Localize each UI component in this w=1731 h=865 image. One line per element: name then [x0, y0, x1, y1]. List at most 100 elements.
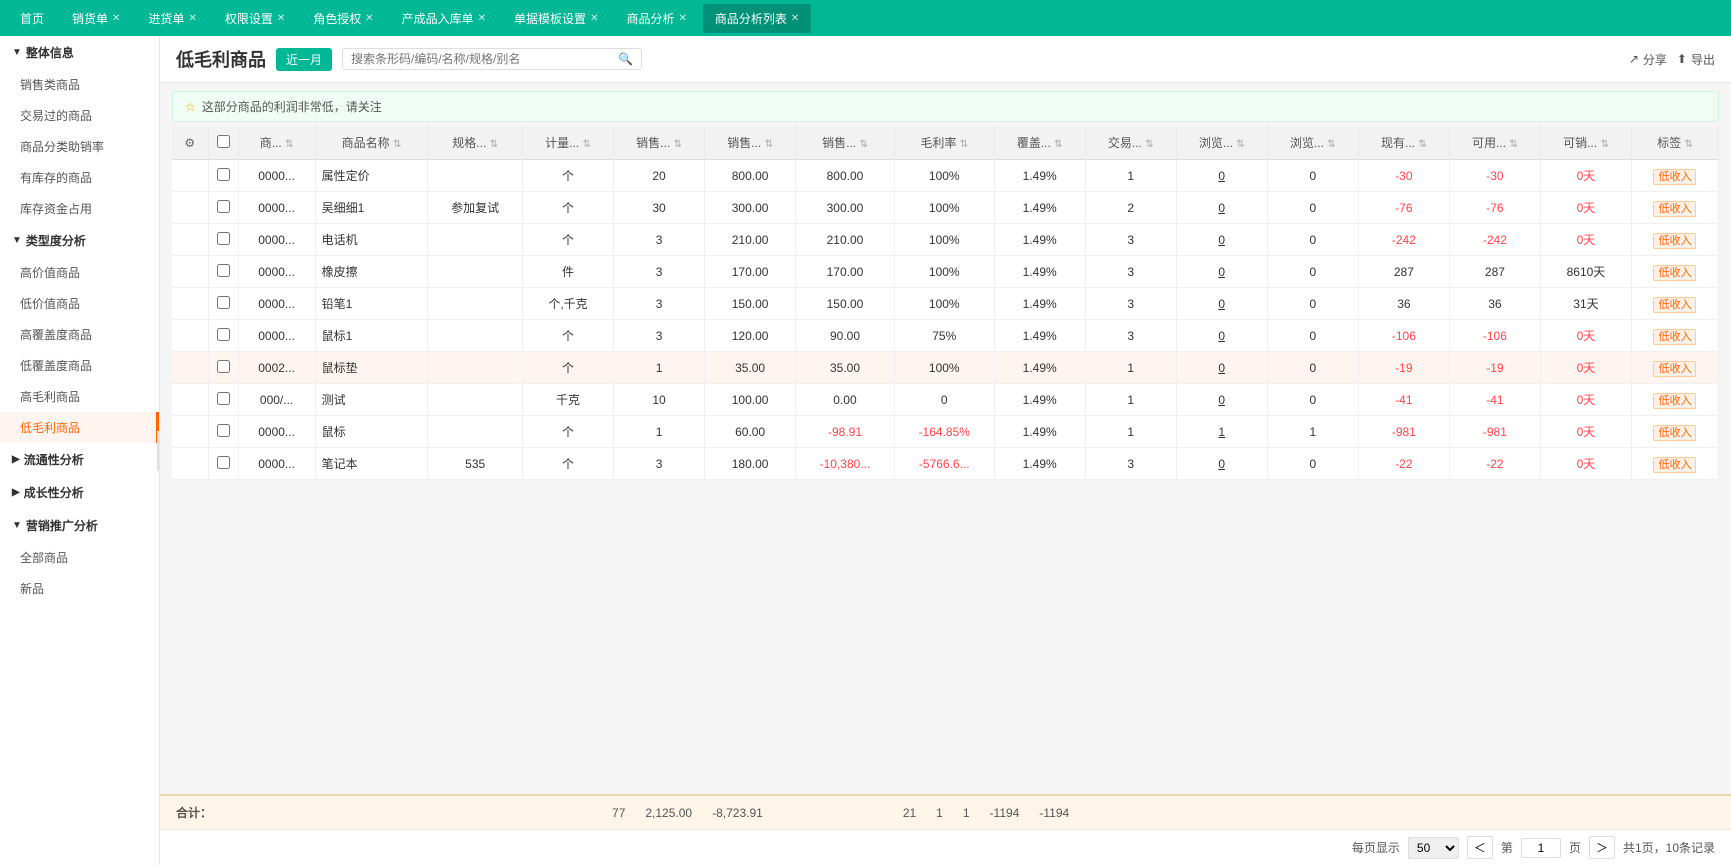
sidebar-item-sales-goods[interactable]: 销售类商品: [0, 69, 159, 100]
nav-products-close[interactable]: ✕: [478, 13, 486, 24]
table-row: 0002... 鼠标垫 个 1 35.00 35.00 100% 1.49% 1…: [172, 352, 1719, 384]
nav-permissions-close[interactable]: ✕: [277, 13, 285, 24]
col-tag[interactable]: 标签 ⇅: [1631, 126, 1718, 160]
row-views1-6[interactable]: 0: [1176, 352, 1267, 384]
col-gross-margin[interactable]: 毛利率 ⇅: [894, 126, 994, 160]
select-all-checkbox[interactable]: [217, 135, 230, 148]
row-checkbox-1[interactable]: [208, 192, 238, 224]
col-settings[interactable]: ⚙: [172, 126, 208, 160]
nav-roles-close[interactable]: ✕: [365, 13, 373, 24]
sidebar-group-flow[interactable]: ▶ 流通性分析: [0, 443, 159, 476]
sidebar-item-low-margin[interactable]: 低毛利商品: [0, 412, 159, 443]
row-tag-8: 低收入: [1631, 416, 1718, 448]
row-checkbox-9[interactable]: [208, 448, 238, 480]
row-trade-4: 3: [1085, 288, 1176, 320]
row-checkbox-4[interactable]: [208, 288, 238, 320]
prev-page-btn[interactable]: ＜: [1467, 836, 1493, 859]
export-button[interactable]: ⬆ 导出: [1677, 51, 1715, 68]
row-checkbox-6[interactable]: [208, 352, 238, 384]
search-input[interactable]: [351, 52, 612, 66]
sidebar-group-type[interactable]: ▼ 类型度分析: [0, 224, 159, 257]
nav-purchase[interactable]: 进货单 ✕: [136, 4, 208, 33]
col-sales-amount[interactable]: 销售... ⇅: [796, 126, 895, 160]
col-coverage[interactable]: 覆盖... ⇅: [994, 126, 1085, 160]
col-unit[interactable]: 计量... ⇅: [522, 126, 613, 160]
nav-analysis-list[interactable]: 商品分析列表 ✕: [703, 4, 811, 33]
row-gross-margin-2: 100%: [894, 224, 994, 256]
col-spec[interactable]: 规格... ⇅: [428, 126, 523, 160]
nav-templates[interactable]: 单据模板设置 ✕: [502, 4, 610, 33]
row-checkbox-7[interactable]: [208, 384, 238, 416]
row-views1-4[interactable]: 0: [1176, 288, 1267, 320]
row-checkbox-8[interactable]: [208, 416, 238, 448]
nav-analysis-list-close[interactable]: ✕: [791, 13, 799, 24]
date-filter-button[interactable]: 近一月: [276, 48, 332, 71]
page-input[interactable]: [1521, 838, 1561, 858]
nav-analysis[interactable]: 商品分析 ✕: [614, 4, 698, 33]
col-trade[interactable]: 交易... ⇅: [1085, 126, 1176, 160]
sidebar-collapse-btn[interactable]: «: [157, 431, 160, 471]
sidebar-item-low-coverage[interactable]: 低覆盖度商品: [0, 350, 159, 381]
col-code[interactable]: 商... ⇅: [238, 126, 315, 160]
sidebar-item-high-value[interactable]: 高价值商品: [0, 257, 159, 288]
col-current[interactable]: 现有... ⇅: [1358, 126, 1449, 160]
sidebar-item-new-goods[interactable]: 新品: [0, 573, 159, 604]
row-checkbox-3[interactable]: [208, 256, 238, 288]
row-views1-5[interactable]: 0: [1176, 320, 1267, 352]
sidebar-item-low-value[interactable]: 低价值商品: [0, 288, 159, 319]
sidebar-item-stock-capital[interactable]: 库存资金占用: [0, 193, 159, 224]
sidebar-group-overall[interactable]: ▼ 整体信息: [0, 36, 159, 69]
nav-analysis-close[interactable]: ✕: [678, 13, 686, 24]
row-views2-7: 0: [1267, 384, 1358, 416]
row-checkbox-5[interactable]: [208, 320, 238, 352]
row-views1-7[interactable]: 0: [1176, 384, 1267, 416]
sidebar-item-in-stock[interactable]: 有库存的商品: [0, 162, 159, 193]
col-available[interactable]: 可用... ⇅: [1449, 126, 1540, 160]
sidebar-item-high-margin[interactable]: 高毛利商品: [0, 381, 159, 412]
col-sellable[interactable]: 可销... ⇅: [1540, 126, 1631, 160]
row-name-9: 笔记本: [315, 448, 428, 480]
row-unit-2: 个: [522, 224, 613, 256]
col-views2[interactable]: 浏览... ⇅: [1267, 126, 1358, 160]
row-available-8: -981: [1449, 416, 1540, 448]
row-views1-0[interactable]: 0: [1176, 160, 1267, 192]
row-views1-8[interactable]: 1: [1176, 416, 1267, 448]
nav-permissions[interactable]: 权限设置 ✕: [213, 4, 297, 33]
row-available-3: 287: [1449, 256, 1540, 288]
search-icon[interactable]: 🔍: [618, 52, 633, 66]
nav-purchase-close[interactable]: ✕: [188, 13, 196, 24]
row-checkbox-2[interactable]: [208, 224, 238, 256]
row-views1-1[interactable]: 0: [1176, 192, 1267, 224]
per-page-select[interactable]: 50 20 100: [1408, 837, 1459, 859]
row-views1-3[interactable]: 0: [1176, 256, 1267, 288]
sidebar-item-high-coverage[interactable]: 高覆盖度商品: [0, 319, 159, 350]
row-views1-9[interactable]: 0: [1176, 448, 1267, 480]
next-page-btn[interactable]: ＞: [1589, 836, 1615, 859]
table-row: 0000... 笔记本 535 个 3 180.00 -10,380... -5…: [172, 448, 1719, 480]
sidebar-item-category-rate[interactable]: 商品分类助销率: [0, 131, 159, 162]
row-views1-2[interactable]: 0: [1176, 224, 1267, 256]
nav-home[interactable]: 首页: [8, 4, 56, 33]
nav-roles[interactable]: 角色授权 ✕: [301, 4, 385, 33]
search-box[interactable]: 🔍: [342, 48, 642, 70]
row-checkbox-0[interactable]: [208, 160, 238, 192]
col-sales-qty[interactable]: 销售... ⇅: [614, 126, 705, 160]
sidebar-item-all-goods[interactable]: 全部商品: [0, 542, 159, 573]
row-sales-amount-5: 90.00: [796, 320, 895, 352]
col-views1[interactable]: 浏览... ⇅: [1176, 126, 1267, 160]
row-gross-margin-3: 100%: [894, 256, 994, 288]
nav-products[interactable]: 产成品入库单 ✕: [390, 4, 498, 33]
share-button[interactable]: ↗ 分享: [1629, 51, 1667, 68]
nav-sales-close[interactable]: ✕: [112, 13, 120, 24]
nav-sales[interactable]: 销货单 ✕: [60, 4, 132, 33]
col-name[interactable]: 商品名称 ⇅: [315, 126, 428, 160]
sidebar-group-marketing[interactable]: ▼ 营销推广分析: [0, 509, 159, 542]
sidebar-group-growth[interactable]: ▶ 成长性分析: [0, 476, 159, 509]
row-sales-qty-2: 3: [614, 224, 705, 256]
col-checkbox[interactable]: [208, 126, 238, 160]
sidebar-item-traded-goods[interactable]: 交易过的商品: [0, 100, 159, 131]
row-settings-6: [172, 352, 208, 384]
nav-templates-close[interactable]: ✕: [590, 13, 598, 24]
row-current-9: -22: [1358, 448, 1449, 480]
col-sales-price[interactable]: 销售... ⇅: [705, 126, 796, 160]
